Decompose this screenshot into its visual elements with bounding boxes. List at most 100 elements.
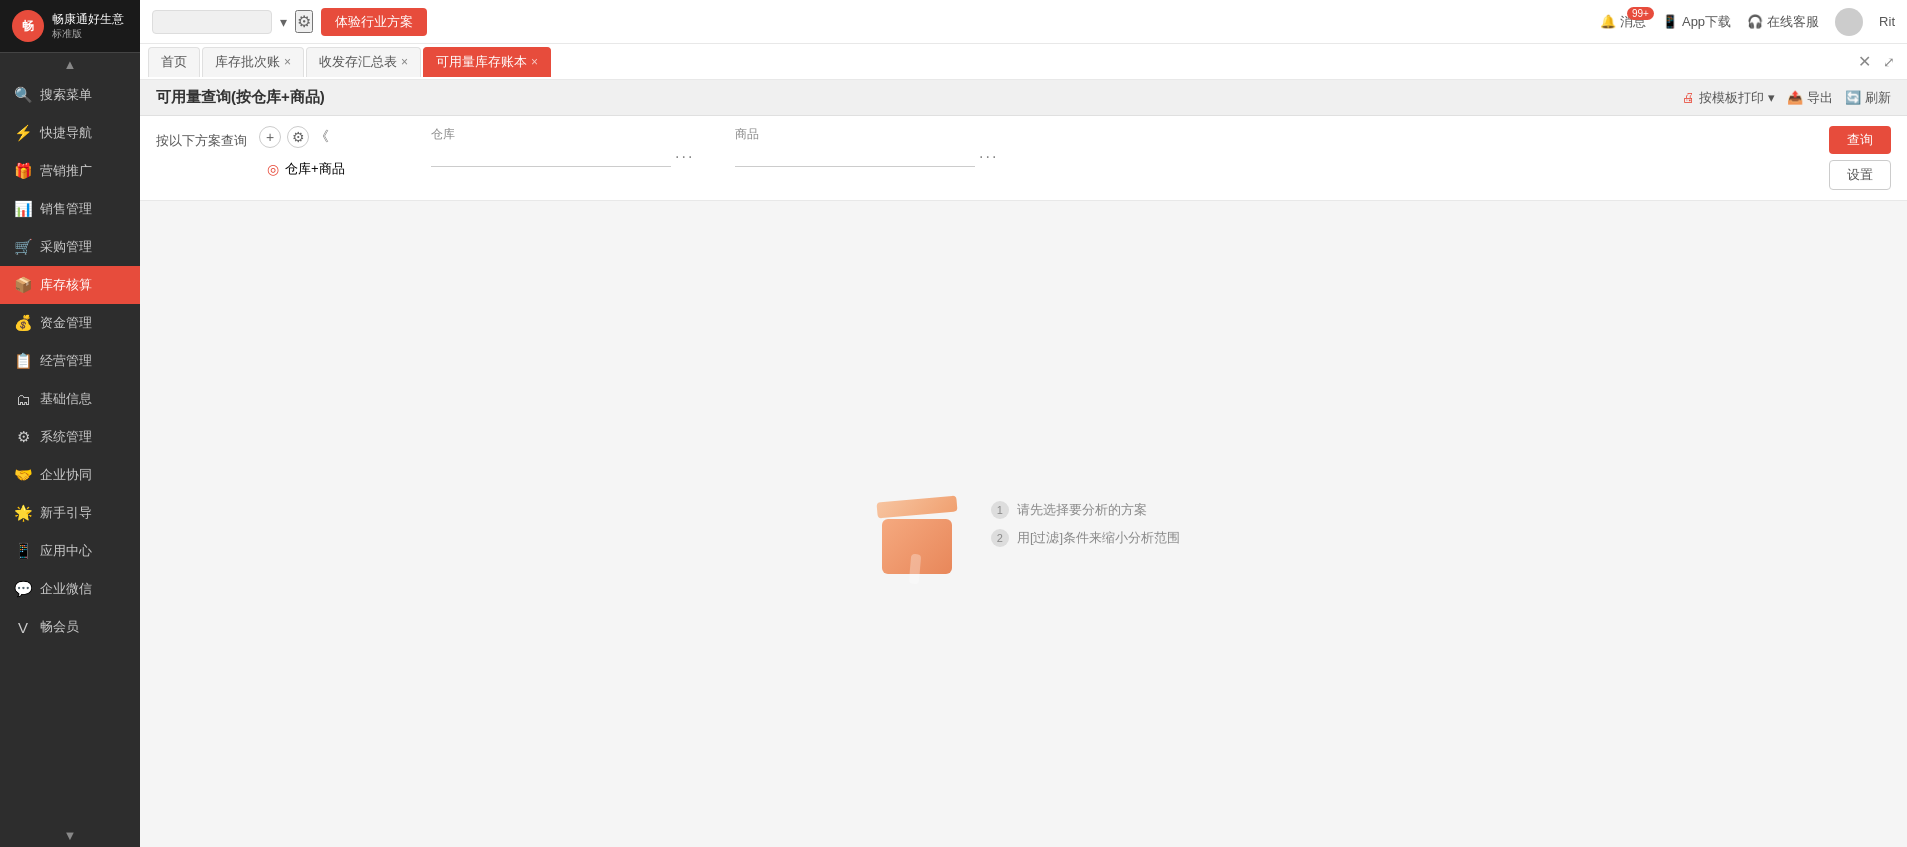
filter-settings-icon-btn[interactable]: ⚙: [287, 126, 309, 148]
page-header-actions: 🖨 按模板打印 ▾ 📤 导出 🔄 刷新: [1682, 89, 1891, 107]
sidebar-scroll: 🔍 搜索菜单 ⚡ 快捷导航 🎁 营销推广 📊 销售管理 🛒 采购管理 📦 库存核…: [0, 76, 140, 824]
sidebar-item-sales[interactable]: 📊 销售管理: [0, 190, 140, 228]
app-icon: 📱: [1662, 14, 1678, 29]
box-icon: 📦: [14, 276, 32, 294]
shortcut-icon: ⚡: [14, 124, 32, 142]
gear-icon: ⚙: [14, 428, 32, 446]
sidebar-item-search[interactable]: 🔍 搜索菜单: [0, 76, 140, 114]
sidebar-brand: 畅康通好生意 标准版: [52, 11, 124, 42]
box-shine: [909, 554, 922, 585]
filter-warehouse-field: 仓库 ···: [431, 126, 711, 167]
tab-summary[interactable]: 收发存汇总表 ×: [306, 47, 421, 77]
export-icon: 📤: [1787, 90, 1803, 105]
tabs-close-all-btn[interactable]: ✕: [1854, 48, 1875, 75]
refresh-icon: 🔄: [1845, 90, 1861, 105]
service-btn[interactable]: 🎧 在线客服: [1747, 13, 1819, 31]
avatar: [1835, 8, 1863, 36]
warehouse-input-row: ···: [431, 147, 711, 167]
settings-btn[interactable]: 设置: [1829, 160, 1891, 190]
sidebar-item-member[interactable]: V 畅会员: [0, 608, 140, 646]
money-icon: 💰: [14, 314, 32, 332]
empty-illustration: [867, 474, 967, 574]
phone-icon: 📱: [14, 542, 32, 560]
star-icon: 🌟: [14, 504, 32, 522]
sidebar-item-system[interactable]: ⚙ 系统管理: [0, 418, 140, 456]
filter-actions: 查询 设置: [1829, 126, 1891, 190]
scheme-icon: ◎: [267, 161, 279, 177]
page-content: 可用量查询(按仓库+商品) 🖨 按模板打印 ▾ 📤 导出 🔄 刷新 按以下: [140, 80, 1907, 847]
handshake-icon: 🤝: [14, 466, 32, 484]
tab-batch[interactable]: 库存批次账 ×: [202, 47, 304, 77]
refresh-btn[interactable]: 🔄 刷新: [1845, 89, 1891, 107]
industry-btn[interactable]: 体验行业方案: [321, 8, 427, 36]
product-input-row: ···: [735, 147, 1015, 167]
topbar-dropdown-btn[interactable]: ▾: [280, 14, 287, 30]
page-title: 可用量查询(按仓库+商品): [156, 88, 1682, 107]
export-btn[interactable]: 📤 导出: [1787, 89, 1833, 107]
scroll-up-btn[interactable]: ▲: [0, 53, 140, 76]
sidebar-logo: 畅: [12, 10, 44, 42]
tab-home[interactable]: 首页: [148, 47, 200, 77]
print-icon: 🖨: [1682, 90, 1695, 105]
filter-scheme: + ⚙ 《 ◎ 仓库+商品: [259, 126, 419, 182]
tab-available-close[interactable]: ×: [531, 55, 538, 69]
product-input[interactable]: [735, 147, 975, 167]
filter-collapse-btn[interactable]: 《: [315, 128, 329, 146]
filter-product-field: 商品 ···: [735, 126, 1015, 167]
cart-icon: 🛒: [14, 238, 32, 256]
filter-scheme-item[interactable]: ◎ 仓库+商品: [259, 156, 419, 182]
topbar-search-input[interactable]: [152, 10, 272, 34]
sidebar-item-basic[interactable]: 🗂 基础信息: [0, 380, 140, 418]
tip-num-2: 2: [991, 529, 1009, 547]
sidebar-item-appstore[interactable]: 📱 应用中心: [0, 532, 140, 570]
product-label: 商品: [735, 126, 1015, 143]
tab-batch-close[interactable]: ×: [284, 55, 291, 69]
topbar-right: 🔔 消息 99+ 📱 App下载 🎧 在线客服 Rit: [1600, 8, 1895, 36]
sidebar-item-operation[interactable]: 📋 经营管理: [0, 342, 140, 380]
sidebar-item-collab[interactable]: 🤝 企业协同: [0, 456, 140, 494]
topbar-gear-btn[interactable]: ⚙: [295, 10, 313, 33]
box-lid: [876, 496, 957, 519]
print-dropdown-icon[interactable]: ▾: [1768, 90, 1775, 105]
filter-add-btn[interactable]: +: [259, 126, 281, 148]
member-icon: V: [14, 619, 32, 636]
search-icon: 🔍: [14, 86, 32, 104]
tab-summary-close[interactable]: ×: [401, 55, 408, 69]
query-btn[interactable]: 查询: [1829, 126, 1891, 154]
bell-icon: 🔔: [1600, 14, 1616, 29]
warehouse-input[interactable]: [431, 147, 671, 167]
app-download-btn[interactable]: 📱 App下载: [1662, 13, 1731, 31]
tabs-bar: 首页 库存批次账 × 收发存汇总表 × 可用量库存账本 × ✕ ⤢: [140, 44, 1907, 80]
scroll-down-btn[interactable]: ▼: [0, 824, 140, 847]
filter-panel: 按以下方案查询 + ⚙ 《 ◎ 仓库+商品 仓库 ···: [140, 116, 1907, 201]
filter-fields: 仓库 ··· 商品 ···: [431, 126, 1817, 167]
tip-num-1: 1: [991, 501, 1009, 519]
gift-icon: 🎁: [14, 162, 32, 180]
sidebar-item-wechat[interactable]: 💬 企业微信: [0, 570, 140, 608]
topbar: ▾ ⚙ 体验行业方案 🔔 消息 99+ 📱 App下载 🎧 在线客服 Rit: [140, 0, 1907, 44]
sidebar-item-inventory[interactable]: 📦 库存核算: [0, 266, 140, 304]
empty-state: 1 请先选择要分析的方案 2 用[过滤]条件来缩小分析范围: [140, 201, 1907, 847]
sidebar: 畅 畅康通好生意 标准版 ▲ 🔍 搜索菜单 ⚡ 快捷导航 🎁 营销推广 📊 销售…: [0, 0, 140, 847]
print-btn[interactable]: 🖨 按模板打印 ▾: [1682, 89, 1775, 107]
sidebar-header: 畅 畅康通好生意 标准版: [0, 0, 140, 53]
clipboard-icon: 📋: [14, 352, 32, 370]
sidebar-item-guide[interactable]: 🌟 新手引导: [0, 494, 140, 532]
filter-scheme-header: + ⚙ 《: [259, 126, 419, 148]
empty-tips: 1 请先选择要分析的方案 2 用[过滤]条件来缩小分析范围: [991, 501, 1180, 547]
headset-icon: 🎧: [1747, 14, 1763, 29]
username-label[interactable]: Rit: [1879, 14, 1895, 29]
sidebar-item-finance[interactable]: 💰 资金管理: [0, 304, 140, 342]
sidebar-item-shortcut[interactable]: ⚡ 快捷导航: [0, 114, 140, 152]
sidebar-item-purchase[interactable]: 🛒 采购管理: [0, 228, 140, 266]
empty-tip-1: 1 请先选择要分析的方案: [991, 501, 1180, 519]
sidebar-item-marketing[interactable]: 🎁 营销推广: [0, 152, 140, 190]
filter-label: 按以下方案查询: [156, 126, 247, 150]
chat-icon: 💬: [14, 580, 32, 598]
message-btn[interactable]: 🔔 消息 99+: [1600, 13, 1646, 31]
warehouse-dots-btn[interactable]: ···: [675, 148, 694, 166]
product-dots-btn[interactable]: ···: [979, 148, 998, 166]
message-badge: 99+: [1627, 7, 1654, 20]
tab-available[interactable]: 可用量库存账本 ×: [423, 47, 551, 77]
tabs-expand-btn[interactable]: ⤢: [1879, 50, 1899, 74]
